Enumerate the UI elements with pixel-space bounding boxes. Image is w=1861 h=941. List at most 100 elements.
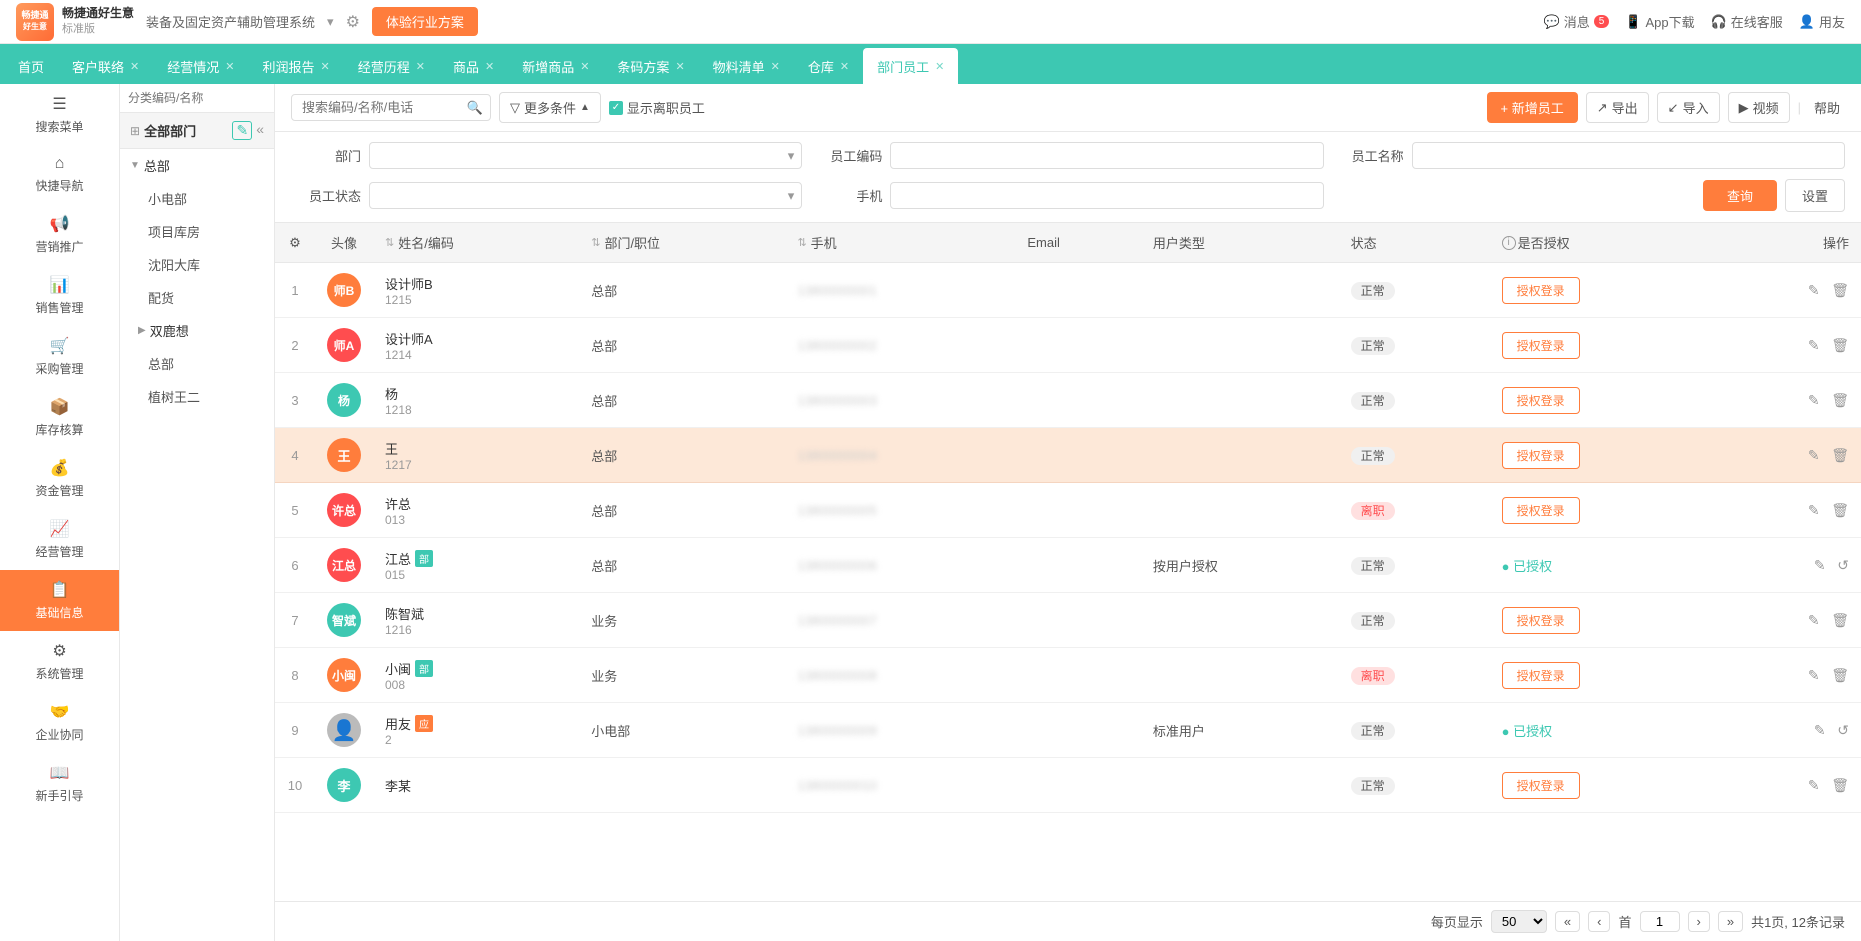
delete-icon[interactable]: 🗑 <box>1831 612 1849 628</box>
auth-login-button[interactable]: 授权登录 <box>1502 772 1580 799</box>
employee-name-input[interactable] <box>1412 142 1845 169</box>
sidebar-item-system[interactable]: ⚙ 系统管理 <box>0 631 119 692</box>
tab-profit[interactable]: 利润报告 ✕ <box>248 48 343 84</box>
collapse-icon[interactable]: « <box>256 121 264 140</box>
delete-icon[interactable]: 🗑 <box>1831 667 1849 683</box>
tree-node-delivery[interactable]: 配货 <box>120 281 274 314</box>
edit-icon[interactable]: ✎ <box>1808 392 1820 408</box>
sidebar-item-operation[interactable]: 📈 经营管理 <box>0 509 119 570</box>
tree-node-shenyang[interactable]: 沈阳大库 <box>120 248 274 281</box>
sales-icon: 📊 <box>50 275 70 295</box>
edit-icon[interactable]: ✎ <box>1814 722 1826 738</box>
import-button[interactable]: ↙ 导入 <box>1657 92 1720 123</box>
prev-page-button[interactable]: ‹ <box>1588 911 1610 932</box>
table-settings-icon[interactable]: ⚙ <box>289 235 301 250</box>
all-dept-label[interactable]: 全部部门 <box>144 121 196 140</box>
tab-warehouse[interactable]: 仓库 ✕ <box>794 48 863 84</box>
show-resigned-checkbox[interactable]: ✓ 显示离职员工 <box>609 98 705 117</box>
sidebar-item-inventory[interactable]: 📦 库存核算 <box>0 387 119 448</box>
auth-login-button[interactable]: 授权登录 <box>1502 277 1580 304</box>
auth-login-button[interactable]: 授权登录 <box>1502 607 1580 634</box>
app-download-btn[interactable]: 📱 App下载 <box>1625 12 1694 31</box>
settings-icon[interactable]: ⚙ <box>346 12 360 32</box>
restore-icon[interactable]: ↺ <box>1837 557 1849 573</box>
sidebar-item-search[interactable]: ☰ 搜索菜单 <box>0 84 119 145</box>
tab-customer[interactable]: 客户联络 ✕ <box>58 48 153 84</box>
dept-select[interactable] <box>369 142 802 169</box>
tab-barcode[interactable]: 条码方案 ✕ <box>603 48 698 84</box>
phone-input[interactable] <box>890 182 1323 209</box>
next-page-button[interactable]: › <box>1688 911 1710 932</box>
delete-icon[interactable]: 🗑 <box>1831 447 1849 463</box>
auth-login-button[interactable]: 授权登录 <box>1502 497 1580 524</box>
auth-login-button[interactable]: 授权登录 <box>1502 662 1580 689</box>
edit-icon[interactable]: ✎ <box>1808 447 1820 463</box>
sidebar-item-guide[interactable]: 📖 新手引导 <box>0 753 119 814</box>
delete-icon[interactable]: 🗑 <box>1831 777 1849 793</box>
tree-node-headquarters[interactable]: 总部 <box>120 347 274 380</box>
employee-code-input[interactable] <box>890 142 1323 169</box>
col-name[interactable]: ⇅ 姓名/编码 <box>373 223 579 263</box>
auth-login-button[interactable]: 授权登录 <box>1502 387 1580 414</box>
query-button[interactable]: 查询 <box>1703 180 1777 211</box>
search-icon[interactable]: 🔍 <box>467 100 483 116</box>
more-filter-button[interactable]: ▽ 更多条件 ▲ <box>499 92 601 123</box>
tree-node-zhishu[interactable]: 植树王二 <box>120 380 274 413</box>
auth-login-button[interactable]: 授权登录 <box>1502 442 1580 469</box>
first-page-button[interactable]: « <box>1555 911 1580 932</box>
tree-node-general[interactable]: ▼ 总部 <box>120 149 274 182</box>
tab-home[interactable]: 首页 <box>4 48 58 84</box>
edit-dept-icon[interactable]: ✎ <box>232 121 252 140</box>
dropdown-icon[interactable]: ▾ <box>327 14 334 30</box>
edit-icon[interactable]: ✎ <box>1808 502 1820 518</box>
message-btn[interactable]: 💬 消息 5 <box>1544 12 1610 31</box>
tab-new-goods[interactable]: 新增商品 ✕ <box>508 48 603 84</box>
tab-history[interactable]: 经营历程 ✕ <box>344 48 439 84</box>
col-dept[interactable]: ⇅ 部门/职位 <box>579 223 785 263</box>
edit-icon[interactable]: ✎ <box>1808 777 1820 793</box>
video-button[interactable]: ▶ 视频 <box>1728 92 1790 123</box>
tab-employees[interactable]: 部门员工 ✕ <box>863 48 958 84</box>
delete-icon[interactable]: 🗑 <box>1831 282 1849 298</box>
col-phone[interactable]: ⇅ 手机 <box>785 223 1015 263</box>
tab-operation[interactable]: 经营情况 ✕ <box>153 48 248 84</box>
tree-node-shuanglu[interactable]: ▶ 双鹿想 <box>120 314 274 347</box>
delete-icon[interactable]: 🗑 <box>1831 502 1849 518</box>
auth-login-button[interactable]: 授权登录 <box>1502 332 1580 359</box>
system-title: 装备及固定资产辅助管理系统 <box>146 12 315 31</box>
tree-node-project[interactable]: 项目库房 <box>120 215 274 248</box>
sidebar-item-finance[interactable]: 💰 资金管理 <box>0 448 119 509</box>
filter-form: 部门 ▾ 员工编码 员工名称 员工状态 <box>275 132 1861 223</box>
trial-button[interactable]: 体验行业方案 <box>372 7 478 36</box>
sidebar-item-collab[interactable]: 🤝 企业协同 <box>0 692 119 753</box>
reset-button[interactable]: 设置 <box>1785 179 1845 212</box>
tree-search-input[interactable] <box>128 91 275 105</box>
delete-icon[interactable]: 🗑 <box>1831 337 1849 353</box>
edit-icon[interactable]: ✎ <box>1808 337 1820 353</box>
tab-goods[interactable]: 商品 ✕ <box>439 48 508 84</box>
sidebar-item-basic[interactable]: 📋 基础信息 <box>0 570 119 631</box>
last-page-button[interactable]: » <box>1718 911 1743 932</box>
sidebar-item-purchase[interactable]: 🛒 采购管理 <box>0 326 119 387</box>
sidebar-item-marketing[interactable]: 📢 营销推广 <box>0 204 119 265</box>
delete-icon[interactable]: 🗑 <box>1831 392 1849 408</box>
search-input[interactable] <box>291 94 491 121</box>
edit-icon[interactable]: ✎ <box>1808 667 1820 683</box>
online-service-btn[interactable]: 🎧 在线客服 <box>1711 12 1783 31</box>
sidebar-item-sales[interactable]: 📊 销售管理 <box>0 265 119 326</box>
page-number-input[interactable] <box>1640 911 1680 932</box>
edit-icon[interactable]: ✎ <box>1814 557 1826 573</box>
sidebar-item-nav[interactable]: ⌂ 快捷导航 <box>0 145 119 204</box>
tab-material[interactable]: 物料清单 ✕ <box>699 48 794 84</box>
edit-icon[interactable]: ✎ <box>1808 612 1820 628</box>
page-size-select[interactable]: 50 100 <box>1491 910 1547 933</box>
help-button[interactable]: 帮助 <box>1809 93 1845 122</box>
employee-name: 王 <box>385 439 567 458</box>
employee-status-select[interactable] <box>369 182 802 209</box>
export-button[interactable]: ↗ 导出 <box>1586 92 1649 123</box>
tree-node-small-elec[interactable]: 小电部 <box>120 182 274 215</box>
user-btn[interactable]: 👤 用友 <box>1799 12 1845 31</box>
edit-icon[interactable]: ✎ <box>1808 282 1820 298</box>
restore-icon[interactable]: ↺ <box>1837 722 1849 738</box>
add-employee-button[interactable]: + 新增员工 <box>1487 92 1578 123</box>
